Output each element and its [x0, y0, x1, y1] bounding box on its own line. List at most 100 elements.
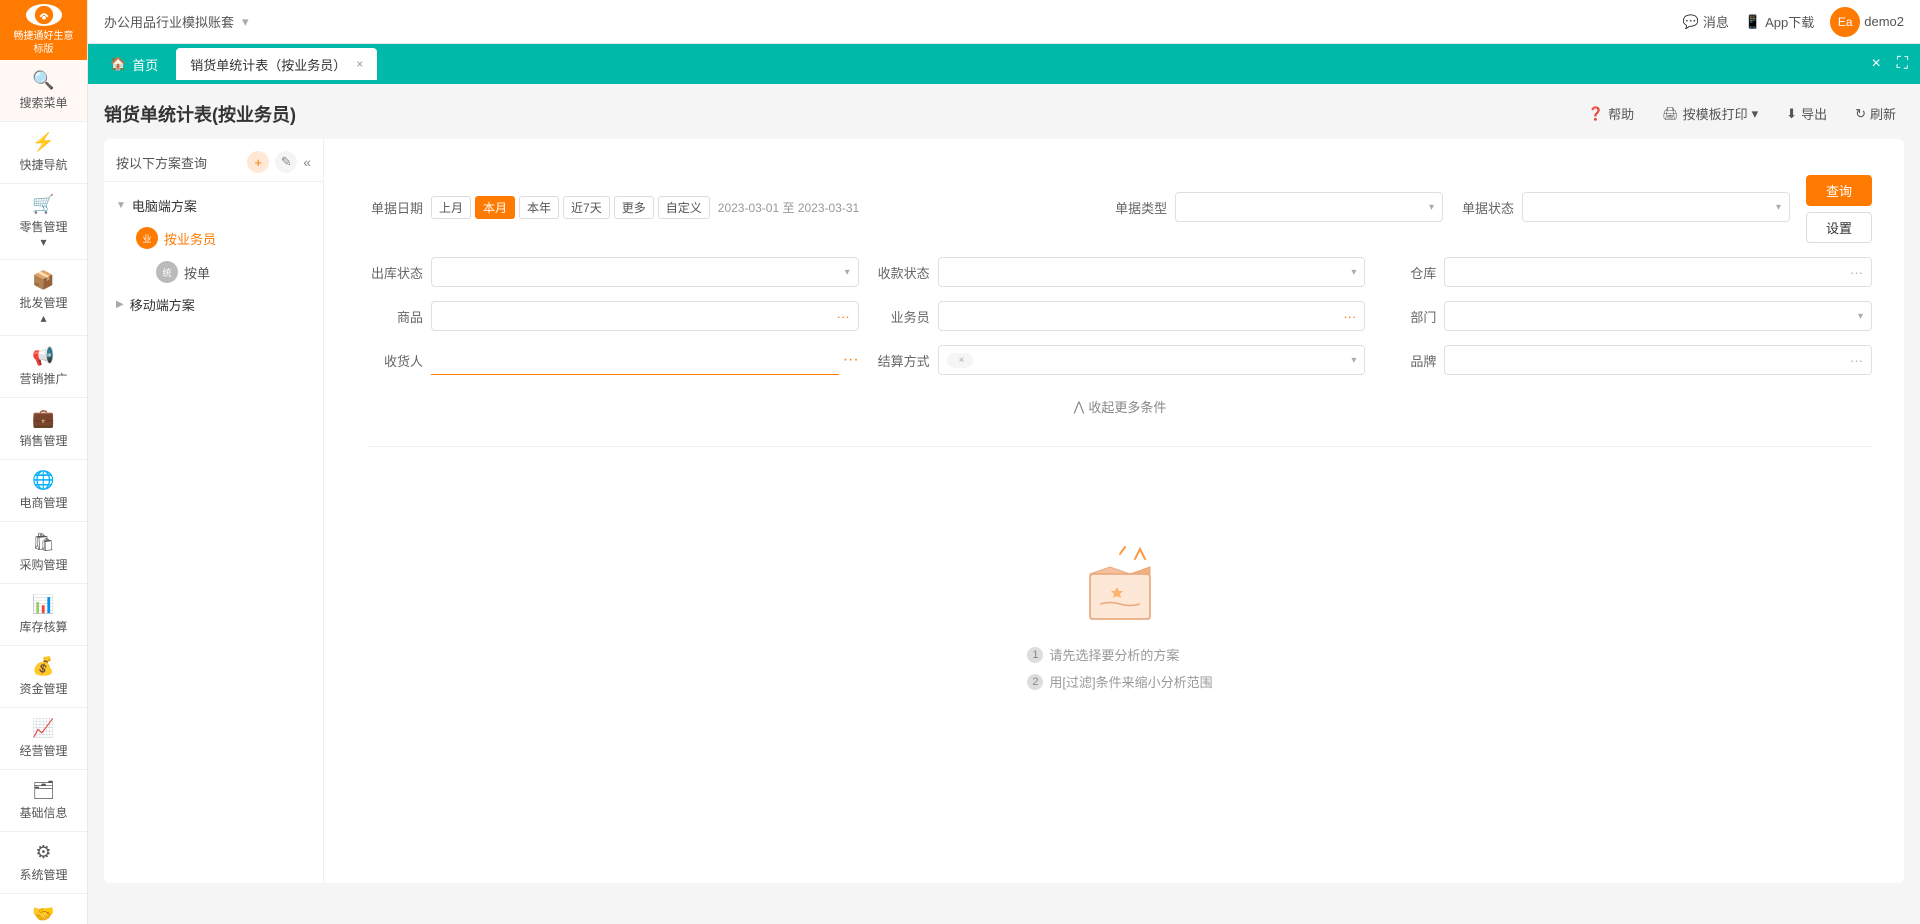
date-btn-thisyear[interactable]: 本年: [519, 196, 559, 219]
date-btn-thismonth[interactable]: 本月: [475, 196, 515, 219]
receiptstatus-select[interactable]: ▾: [938, 257, 1366, 287]
sidebar-item-inventory-label: 库存核算: [19, 618, 67, 635]
query-button[interactable]: 查询: [1806, 175, 1872, 206]
refresh-button[interactable]: ↻ 刷新: [1847, 100, 1904, 127]
sidebar-item-system[interactable]: ⚙ 系统管理: [0, 832, 87, 894]
tree-item-mobile[interactable]: ▶ 移动端方案: [104, 289, 323, 320]
sidebar-item-sales-label: 销售管理: [19, 432, 67, 449]
sidebar-item-basic[interactable]: 🗂 基础信息: [0, 770, 87, 832]
search-icon: 🔍: [32, 70, 54, 91]
messages-button[interactable]: 💬 消息: [1683, 12, 1729, 31]
goods-select[interactable]: ···: [431, 301, 859, 331]
warehouse-select[interactable]: ···: [1444, 257, 1872, 287]
sidebar-item-retail[interactable]: 🛒 零售管理 ▾: [0, 184, 87, 260]
sidebar-item-operations[interactable]: 📈 经营管理: [0, 708, 87, 770]
docstatus-select[interactable]: ▾: [1522, 192, 1790, 222]
tree-mobile-label: 移动端方案: [130, 295, 195, 314]
help-button[interactable]: ❓ 帮助: [1580, 100, 1642, 127]
outstatus-label: 出库状态: [368, 263, 423, 282]
settlement-select[interactable]: × ▾: [938, 345, 1366, 375]
tab-close-all-button[interactable]: ×: [1867, 53, 1884, 75]
page-content: 销货单统计表(按业务员) ❓ 帮助 🖨 按模板打印 ▾ ⬇ 导出 ↻ 刷新: [88, 84, 1920, 924]
tab-close-button[interactable]: ×: [356, 57, 363, 71]
sidebar-item-finance-label: 资金管理: [19, 680, 67, 697]
purchase-icon: 🛍: [32, 532, 55, 553]
salesperson-select[interactable]: ···: [938, 301, 1366, 331]
left-panel-title: 按以下方案查询: [116, 153, 207, 172]
tab-maximize-button[interactable]: ⛶: [1893, 53, 1912, 75]
print-chevron: ▾: [1752, 106, 1759, 122]
sidebar-item-operations-label: 经营管理: [19, 742, 67, 759]
edit-scheme-button[interactable]: ✎: [275, 151, 297, 173]
date-btn-7days[interactable]: 近7天: [563, 196, 610, 219]
consignee-input[interactable]: [431, 345, 839, 375]
sidebar-item-shortcuts[interactable]: ⚡ 快捷导航: [0, 122, 87, 184]
sidebar-item-cooperation[interactable]: 🤝 企业协同: [0, 894, 87, 924]
logo-icon: [26, 4, 62, 26]
filter-field-date: 单据日期 上月 本月 本年 近7天 更多 自定义 2023-03-01 至 20…: [368, 196, 1096, 219]
tab-sales-stat[interactable]: 销货单统计表（按业务员） ×: [176, 48, 377, 80]
sidebar-item-search[interactable]: 🔍 搜索菜单: [0, 60, 87, 122]
print-icon: 🖨: [1662, 106, 1679, 122]
consignee-input-wrap: ···: [431, 345, 859, 375]
empty-tips: 1 请先选择要分析的方案 2 用[过滤]条件来缩小分析范围: [1027, 645, 1212, 691]
header-actions: 💬 消息 📱 App下载 Ea demo2: [1683, 7, 1904, 37]
settlement-tag-close[interactable]: ×: [959, 355, 965, 366]
export-button[interactable]: ⬇ 导出: [1778, 100, 1835, 127]
content-layout: 按以下方案查询 + ✎ «: [104, 139, 1904, 883]
user-profile[interactable]: Ea demo2: [1830, 7, 1904, 37]
app-download-button[interactable]: 📱 App下载: [1745, 12, 1814, 31]
header-title-area: 办公用品行业模拟账套 ▾: [104, 12, 249, 31]
outstatus-select[interactable]: ▾: [431, 257, 859, 287]
header-title: 办公用品行业模拟账套: [104, 12, 234, 31]
collapse-panel-button[interactable]: «: [303, 154, 311, 170]
sidebar-item-wholesale[interactable]: 📦 批发管理 ▴: [0, 260, 87, 336]
tab-bar: 🏠 首页 销货单统计表（按业务员） × × ⛶: [88, 44, 1920, 84]
brand-dots: ···: [1850, 353, 1863, 368]
date-btn-more[interactable]: 更多: [614, 196, 654, 219]
salesperson-icon-text: 业: [142, 232, 151, 245]
add-scheme-button[interactable]: +: [247, 151, 269, 173]
sidebar-item-shortcuts-label: 快捷导航: [19, 156, 67, 173]
filter-field-brand: 品牌 ···: [1381, 345, 1872, 375]
sidebar-item-purchase[interactable]: 🛍 采购管理: [0, 522, 87, 584]
filter-row-4: 收货人 ··· 结算方式: [368, 345, 1872, 375]
header-title-chevron: ▾: [242, 14, 249, 30]
receiptstatus-label: 收款状态: [875, 263, 930, 282]
settings-button[interactable]: 设置: [1806, 212, 1872, 243]
doctype-select[interactable]: ▾: [1175, 192, 1443, 222]
edit-icon: ✎: [281, 154, 292, 170]
filter-row-2: 出库状态 ▾ 收款状态 ▾: [368, 257, 1872, 287]
user-name: demo2: [1864, 14, 1904, 29]
filter-area: 单据日期 上月 本月 本年 近7天 更多 自定义 2023-03-01 至 20…: [352, 155, 1888, 767]
help-label: 帮助: [1608, 104, 1634, 123]
sidebar-item-inventory[interactable]: 📊 库存核算: [0, 584, 87, 646]
brand-select[interactable]: ···: [1444, 345, 1872, 375]
tab-home[interactable]: 🏠 首页: [96, 48, 172, 80]
sidebar-item-retail-label: 零售管理: [19, 218, 67, 235]
filter-field-receiptstatus: 收款状态 ▾: [875, 257, 1366, 287]
consignee-dots[interactable]: ···: [843, 351, 859, 369]
tree-doc-label: 按单: [184, 263, 210, 282]
sidebar-item-ecommerce[interactable]: 🌐 电商管理: [0, 460, 87, 522]
tree-item-by-doc[interactable]: 统 按单: [104, 255, 323, 289]
sidebar-item-sales[interactable]: 💼 销售管理: [0, 398, 87, 460]
date-btn-lastmonth[interactable]: 上月: [431, 196, 471, 219]
tree-item-by-salesperson[interactable]: 业 按业务员: [104, 221, 323, 255]
sidebar: 畅捷通好生意 标版 🔍 搜索菜单 ⚡ 快捷导航 🛒 零售管理 ▾ 📦 批发管理 …: [0, 0, 88, 924]
date-btn-custom[interactable]: 自定义: [658, 196, 710, 219]
print-button[interactable]: 🖨 按模板打印 ▾: [1654, 100, 1766, 127]
collapse-more-button[interactable]: ⋀ 收起更多条件: [368, 389, 1872, 424]
operations-icon: 📈: [32, 718, 54, 739]
dept-chevron: ▾: [1858, 311, 1863, 322]
tree-item-pc[interactable]: ▼ 电脑端方案: [104, 190, 323, 221]
sidebar-item-marketing[interactable]: 📢 营销推广: [0, 336, 87, 398]
settlement-label: 结算方式: [875, 351, 930, 370]
home-icon: 🏠: [110, 56, 126, 72]
dept-select[interactable]: ▾: [1444, 301, 1872, 331]
sidebar-item-search-label: 搜索菜单: [19, 94, 67, 111]
sidebar-item-finance[interactable]: 💰 资金管理: [0, 646, 87, 708]
filter-field-warehouse: 仓库 ···: [1381, 257, 1872, 287]
sidebar-logo-text: 畅捷通好生意: [14, 30, 74, 43]
filter-field-dept: 部门 ▾: [1381, 301, 1872, 331]
